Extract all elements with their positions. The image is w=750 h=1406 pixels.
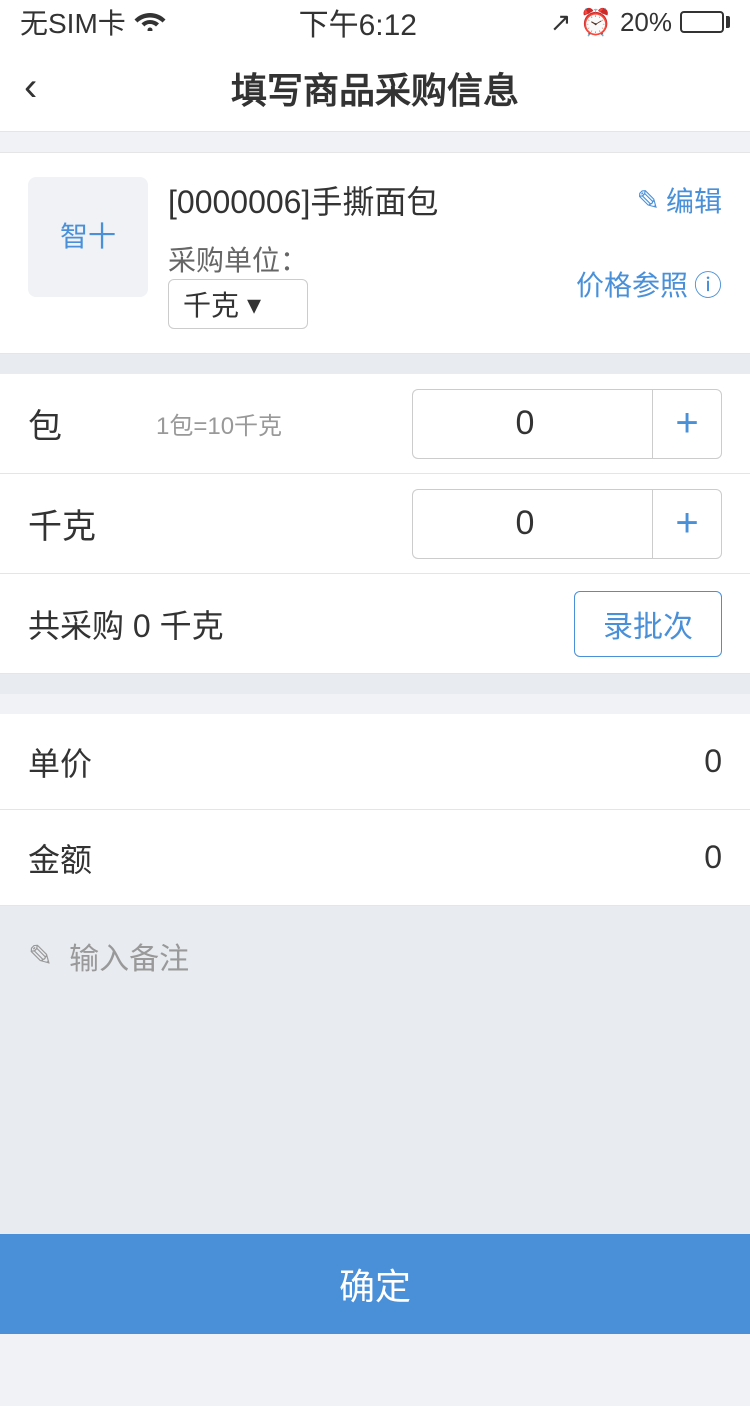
edit-label: 编辑 [666,180,722,220]
input-section: 包 1包=10千克 + 千克 + 共采购 0 千克 录批次 [0,374,750,674]
battery-percent: 20% [620,7,672,38]
amount-row: 金额 0 [0,810,750,906]
price-ref-label: 价格参照 [576,264,688,304]
package-input[interactable] [412,389,652,459]
total-row: 共采购 0 千克 录批次 [0,574,750,674]
confirm-button[interactable]: 确定 [339,1258,411,1310]
product-logo: 智十 [60,220,116,254]
page-title: 填写商品采购信息 [231,62,519,114]
package-label: 包 [28,399,148,448]
remark-placeholder: 输入备注 [69,934,189,978]
kg-input-group: + [412,489,722,559]
product-thumbnail: 智十 [28,177,148,297]
unit-label: 采购单位： [168,245,308,276]
remark-section[interactable]: ✎ 输入备注 [0,906,750,1106]
status-time: 下午6:12 [299,0,417,44]
kg-input[interactable] [412,489,652,559]
alarm-icon: ⏰ [580,7,612,38]
record-batch-button[interactable]: 录批次 [574,591,722,657]
product-info: [0000006]手撕面包 ✎ 编辑 采购单位： 千克 ▾ 价格参照 ⓘ [168,177,722,329]
back-button[interactable]: ‹ [24,65,37,110]
unit-value: 千克 [183,284,239,324]
separator-1 [0,354,750,374]
location-icon: ↗ [550,7,572,38]
amount-label: 金额 [28,835,92,881]
total-amount: 0 [133,608,151,644]
kg-plus-button[interactable]: + [652,489,722,559]
status-bar: 无SIM卡 下午6:12 ↗ ⏰ 20% [0,0,750,44]
pencil-icon: ✎ [28,939,53,974]
status-right: ↗ ⏰ 20% [550,7,730,38]
product-name-row: [0000006]手撕面包 ✎ 编辑 [168,177,722,223]
unit-select[interactable]: 千克 ▾ [168,279,308,329]
product-title: 手撕面包 [310,184,438,220]
wifi-icon [134,6,166,38]
product-id: [0000006] [168,184,310,220]
chevron-down-icon: ▾ [247,288,261,321]
package-input-group: + [412,389,722,459]
status-left: 无SIM卡 [20,2,166,42]
nav-bar: ‹ 填写商品采购信息 [0,44,750,132]
package-sub: 1包=10千克 [156,406,412,441]
unit-price-value: 0 [704,743,722,780]
unit-row: 采购单位： 千克 ▾ 价格参照 ⓘ [168,239,722,329]
battery-icon [680,11,730,33]
edit-button[interactable]: ✎ 编辑 [637,180,722,220]
kg-label: 千克 [28,499,148,548]
product-name: [0000006]手撕面包 [168,177,438,223]
total-unit: 千克 [160,608,224,644]
remark-input-area[interactable]: ✎ 输入备注 [28,934,722,978]
carrier-label: 无SIM卡 [20,2,126,42]
separator-2 [0,674,750,694]
edit-icon: ✎ [637,184,660,217]
price-info-section: 单价 0 金额 0 [0,714,750,906]
total-label: 共采购 [28,608,124,644]
total-text: 共采购 0 千克 [28,601,224,647]
info-icon: ⓘ [694,264,722,304]
package-row: 包 1包=10千克 + [0,374,750,474]
unit-price-row: 单价 0 [0,714,750,810]
kg-row: 千克 + [0,474,750,574]
unit-price-label: 单价 [28,739,92,785]
product-card: 智十 [0000006]手撕面包 ✎ 编辑 采购单位： 千克 ▾ [0,152,750,354]
amount-value: 0 [704,839,722,876]
package-plus-button[interactable]: + [652,389,722,459]
confirm-bar[interactable]: 确定 [0,1234,750,1334]
price-ref-button[interactable]: 价格参照 ⓘ [576,264,722,304]
